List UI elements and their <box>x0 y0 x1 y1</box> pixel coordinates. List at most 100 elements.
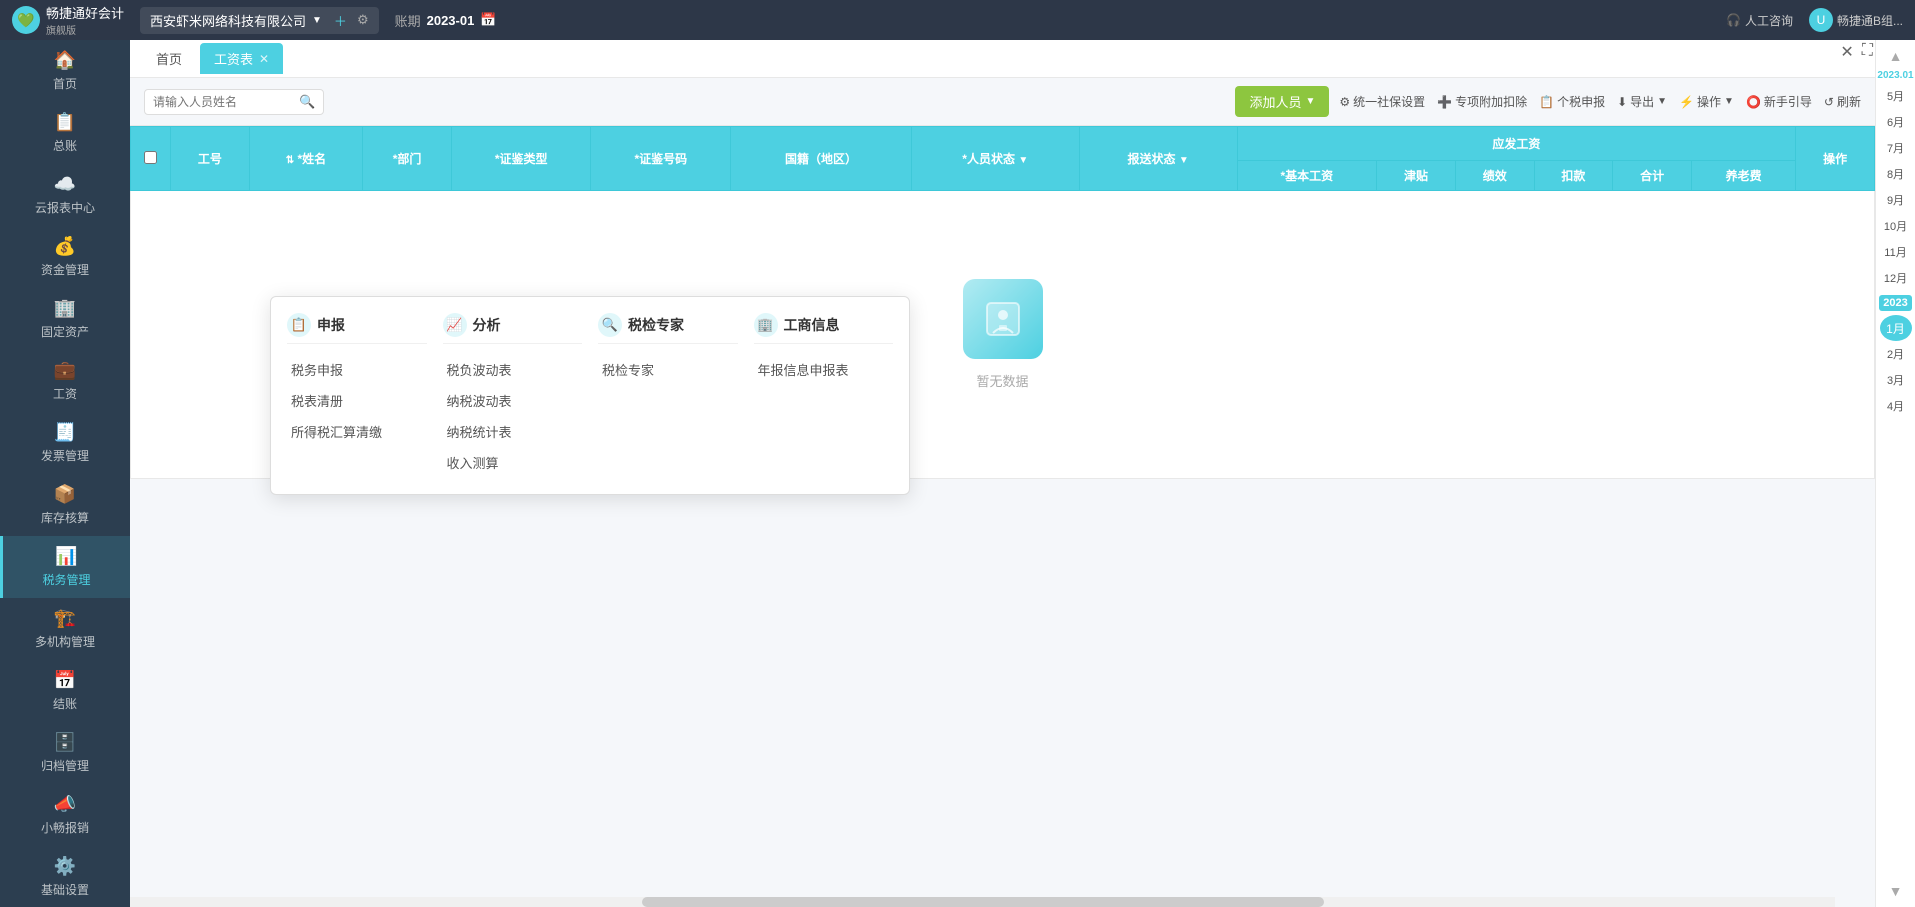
sidebar-item-salary[interactable]: 💼 工资 <box>0 350 130 412</box>
empty-text: 暂无数据 <box>976 371 1028 390</box>
date-month-7-2022[interactable]: 7月 <box>1880 135 1912 161</box>
expert-icon: 🔍 <box>598 313 622 337</box>
date-month-1-2023[interactable]: 1月 <box>1880 315 1912 341</box>
promo-icon: 📣 <box>54 794 76 815</box>
menu-item-income-simulation[interactable]: 收入测算 <box>443 447 583 478</box>
col-dept: *部门 <box>363 127 452 191</box>
user-name: 畅捷通B组... <box>1837 12 1903 29</box>
sidebar-label-promo: 小畅报销 <box>41 819 89 836</box>
add-person-button[interactable]: 添加人员 ▼ <box>1235 86 1329 117</box>
service-button[interactable]: 🎧 人工咨询 <box>1726 12 1793 29</box>
menu-item-income-tax[interactable]: 所得税汇算清缴 <box>287 416 427 447</box>
filter-status-icon[interactable]: ▼ <box>1018 155 1028 166</box>
search-wrap[interactable]: 🔍 <box>144 89 324 115</box>
sidebar-item-ledger[interactable]: 📋 总账 <box>0 102 130 164</box>
date-month-9-2022[interactable]: 9月 <box>1880 187 1912 213</box>
period-value: 2023-01 <box>427 13 475 28</box>
horizontal-scrollbar[interactable] <box>130 897 1835 907</box>
menu-item-tax-declare[interactable]: 税务申报 <box>287 354 427 385</box>
operations-label: 操作 <box>1697 93 1721 110</box>
section-label-analysis: 分析 <box>473 315 501 335</box>
salary-icon: 💼 <box>54 360 76 381</box>
calendar-icon[interactable]: 📅 <box>480 12 496 28</box>
refresh-icon: ↺ <box>1824 95 1834 109</box>
sidebar-label-multi: 多机构管理 <box>35 633 95 650</box>
tab-salary-table[interactable]: 工资表 ✕ <box>200 43 283 74</box>
special-deduction-button[interactable]: ➕ 专项附加扣除 <box>1437 93 1527 110</box>
sidebar-label-capital: 资金管理 <box>41 261 89 278</box>
sidebar-item-inventory[interactable]: 📦 库存核算 <box>0 474 130 536</box>
dropdown-section-analysis: 📈 分析 税负波动表 纳税波动表 纳税统计表 收入测算 <box>443 313 583 478</box>
close-window-icon[interactable]: ✕ <box>1840 42 1853 62</box>
operations-arrow-icon: ▼ <box>1724 96 1734 107</box>
menu-item-tax-clear[interactable]: 税表清册 <box>287 385 427 416</box>
tabs-bar: 首页 工资表 ✕ <box>130 40 1875 78</box>
sidebar-label-tax: 税务管理 <box>42 571 90 588</box>
user-avatar[interactable]: U 畅捷通B组... <box>1809 8 1903 32</box>
tab-home-label: 首页 <box>156 52 182 67</box>
menu-item-tax-stats[interactable]: 纳税统计表 <box>443 416 583 447</box>
sidebar-item-promo[interactable]: 📣 小畅报销 <box>0 784 130 846</box>
search-input[interactable] <box>153 95 293 109</box>
date-month-12-2022[interactable]: 12月 <box>1880 265 1912 291</box>
date-month-10-2022[interactable]: 10月 <box>1880 213 1912 239</box>
date-nav-up[interactable]: ▲ <box>1884 44 1908 68</box>
tab-close-icon[interactable]: ✕ <box>259 52 269 66</box>
year-2023-divider: 2023 <box>1879 295 1911 311</box>
add-company-icon[interactable]: ＋ <box>334 11 347 30</box>
col-region: 国籍（地区） <box>731 127 912 191</box>
scrollbar-thumb[interactable] <box>642 897 1324 907</box>
date-month-4-2023[interactable]: 4月 <box>1880 393 1912 419</box>
special-deduction-label: 专项附加扣除 <box>1455 93 1527 110</box>
guide-toolbar-icon: ⭕ <box>1746 95 1761 109</box>
section-title-declaration: 📋 申报 <box>287 313 427 344</box>
company-selector[interactable]: 西安虾米网络科技有限公司 ▼ ＋ ⚙ <box>140 7 379 34</box>
section-label-business: 工商信息 <box>784 315 840 335</box>
filter-report-icon[interactable]: ▼ <box>1179 155 1189 166</box>
date-nav-down[interactable]: ▼ <box>1884 879 1908 903</box>
menu-item-payment-fluctuation[interactable]: 纳税波动表 <box>443 385 583 416</box>
settings-icon[interactable]: ⚙ <box>357 12 369 28</box>
logo-text-wrap: 畅捷通好会计 旗舰版 <box>46 3 124 37</box>
tax-return-icon: 📋 <box>1539 95 1554 109</box>
maximize-icon[interactable]: ⛶ <box>1862 42 1873 62</box>
menu-item-tax-fluctuation[interactable]: 税负波动表 <box>443 354 583 385</box>
operations-button[interactable]: ⚡ 操作 ▼ <box>1679 93 1734 110</box>
table-wrap: 工号 ⇅ *姓名 *部门 *证鉴类型 *证鉴号码 国籍（地区） *人员状态 ▼ … <box>130 126 1875 907</box>
social-insurance-button[interactable]: ⚙ 统一社保设置 <box>1339 93 1425 110</box>
empty-icon <box>963 279 1043 359</box>
sidebar-item-close[interactable]: 📅 结账 <box>0 660 130 722</box>
tax-return-button[interactable]: 📋 个税申报 <box>1539 93 1605 110</box>
col-performance: 绩效 <box>1455 161 1534 191</box>
sidebar-item-settings[interactable]: ⚙️ 基础设置 <box>0 846 130 907</box>
col-pension: 养老费 <box>1691 161 1795 191</box>
date-month-6-2022[interactable]: 6月 <box>1880 109 1912 135</box>
sidebar-item-tax[interactable]: 📊 税务管理 <box>0 536 130 598</box>
date-month-11-2022[interactable]: 11月 <box>1880 239 1912 265</box>
menu-item-expert[interactable]: 税检专家 <box>598 354 738 385</box>
select-all-checkbox[interactable] <box>144 151 157 164</box>
tab-home[interactable]: 首页 <box>142 43 196 74</box>
multi-icon: 🏗️ <box>54 608 76 629</box>
date-month-8-2022[interactable]: 8月 <box>1880 161 1912 187</box>
guide-button[interactable]: ⭕ 新手引导 <box>1746 93 1812 110</box>
refresh-label: 刷新 <box>1837 93 1861 110</box>
sidebar-item-assets[interactable]: 🏢 固定资产 <box>0 288 130 350</box>
refresh-button[interactable]: ↺ 刷新 <box>1824 93 1861 110</box>
sidebar-item-cloud[interactable]: ☁️ 云报表中心 <box>0 164 130 226</box>
export-button[interactable]: ⬇ 导出 ▼ <box>1617 93 1667 110</box>
menu-item-annual-report[interactable]: 年报信息申报表 <box>754 354 894 385</box>
sidebar: 🏠 首页 📋 总账 ☁️ 云报表中心 💰 资金管理 🏢 固定资产 💼 工资 🧾 … <box>0 40 130 907</box>
date-month-5-2022[interactable]: 5月 <box>1880 83 1912 109</box>
sidebar-item-home[interactable]: 🏠 首页 <box>0 40 130 102</box>
sidebar-item-multi[interactable]: 🏗️ 多机构管理 <box>0 598 130 660</box>
date-month-2-2023[interactable]: 2月 <box>1880 341 1912 367</box>
sidebar-item-archive[interactable]: 🗄️ 归档管理 <box>0 722 130 784</box>
date-month-3-2023[interactable]: 3月 <box>1880 367 1912 393</box>
logo-title: 畅捷通好会计 <box>46 3 124 22</box>
section-title-business: 🏢 工商信息 <box>754 313 894 344</box>
dropdown-section-business: 🏢 工商信息 年报信息申报表 <box>754 313 894 478</box>
sidebar-item-invoice[interactable]: 🧾 发票管理 <box>0 412 130 474</box>
sidebar-item-capital[interactable]: 💰 资金管理 <box>0 226 130 288</box>
col-checkbox[interactable] <box>131 127 171 191</box>
